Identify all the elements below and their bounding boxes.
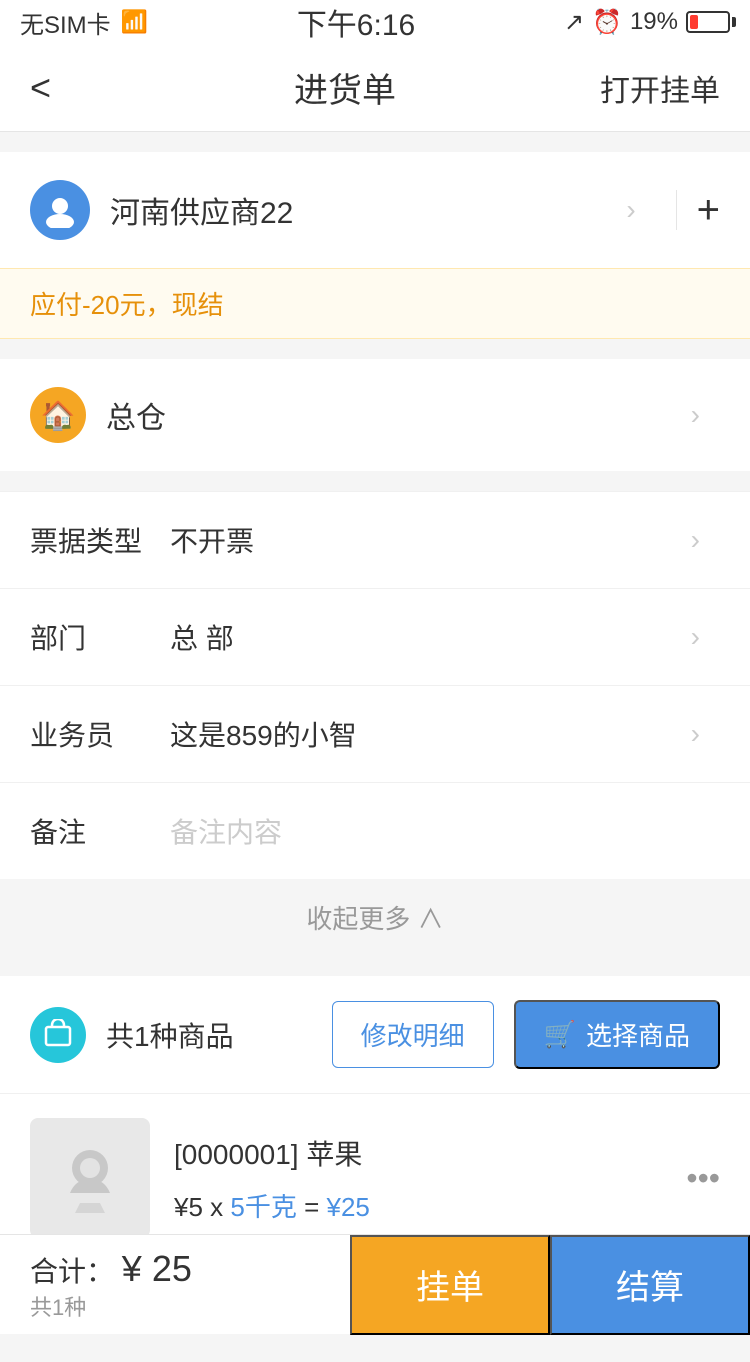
page-title: 进货单 <box>294 63 396 112</box>
salesman-row[interactable]: 业务员 这是859的小智 › <box>0 685 750 782</box>
products-section: 共1种商品 修改明细 🛒 选择商品 [0000001] 苹果 ¥5 x 5千克 … <box>0 976 750 1262</box>
products-header: 共1种商品 修改明细 🛒 选择商品 <box>0 976 750 1093</box>
back-button[interactable]: < <box>30 67 90 109</box>
total-amount: ¥ 25 <box>122 1248 192 1289</box>
status-right: ↗ ⏰ 19% <box>564 8 730 37</box>
product-name: [0000001] 苹果 <box>174 1133 662 1173</box>
hang-button[interactable]: 挂单 <box>350 1235 550 1335</box>
salesman-chevron-icon: › <box>691 718 700 750</box>
price-qty: 5千克 <box>230 1192 296 1222</box>
warehouse-icon: 🏠 <box>30 387 86 443</box>
salesman-label: 业务员 <box>30 714 170 754</box>
wifi-icon: 📶 <box>121 9 148 35</box>
price-base: ¥5 x <box>174 1192 230 1222</box>
cart-icon: 🛒 <box>544 1019 576 1050</box>
status-bar: 无SIM卡 📶 下午6:16 ↗ ⏰ 19% <box>0 0 750 44</box>
remark-placeholder[interactable]: 备注内容 <box>170 811 720 851</box>
warehouse-row[interactable]: 🏠 总仓 › <box>0 359 750 471</box>
gap-4 <box>0 956 750 976</box>
warehouse-section: 🏠 总仓 › <box>0 359 750 471</box>
product-thumbnail <box>30 1118 150 1238</box>
products-icon <box>30 1007 86 1063</box>
footer-total: 合计： ¥ 25 共1种 <box>0 1248 350 1322</box>
invoice-chevron-icon: › <box>691 524 700 556</box>
total-sub: 共1种 <box>30 1290 320 1322</box>
nav-bar: < 进货单 打开挂单 <box>0 44 750 132</box>
warehouse-name: 总仓 <box>106 393 691 437</box>
remark-label: 备注 <box>30 811 170 851</box>
product-price: ¥5 x 5千克 = ¥25 <box>174 1187 662 1224</box>
price-equals: = <box>297 1192 327 1222</box>
settle-button[interactable]: 结算 <box>550 1235 750 1335</box>
gap-3 <box>0 471 750 491</box>
add-supplier-button[interactable]: + <box>697 188 720 233</box>
warehouse-chevron-icon: › <box>691 399 700 431</box>
status-left: 无SIM卡 📶 <box>20 5 148 40</box>
invoice-row[interactable]: 票据类型 不开票 › <box>0 491 750 588</box>
supplier-name: 河南供应商22 <box>110 188 626 232</box>
product-code: [0000001] <box>174 1139 299 1170</box>
collapse-bar[interactable]: 收起更多 ∧ <box>0 879 750 956</box>
divider <box>676 190 677 230</box>
location-icon: ↗ <box>564 8 584 37</box>
department-value: 总 部 <box>170 617 691 657</box>
remark-row[interactable]: 备注 备注内容 <box>0 782 750 879</box>
form-section: 票据类型 不开票 › 部门 总 部 › 业务员 这是859的小智 › 备注 备注… <box>0 491 750 879</box>
invoice-label: 票据类型 <box>30 520 170 560</box>
salesman-value: 这是859的小智 <box>170 714 691 754</box>
products-count: 共1种商品 <box>106 1015 312 1055</box>
product-more-button[interactable]: ••• <box>686 1160 720 1197</box>
supplier-row[interactable]: 河南供应商22 › + <box>0 152 750 268</box>
department-chevron-icon: › <box>691 621 700 653</box>
gap-1 <box>0 132 750 152</box>
time-label: 下午6:16 <box>297 0 415 44</box>
supplier-avatar <box>30 180 90 240</box>
carrier-label: 无SIM卡 <box>20 5 111 40</box>
supplier-section: 河南供应商22 › + 应付-20元，现结 <box>0 152 750 339</box>
product-title: 苹果 <box>306 1139 362 1170</box>
alarm-icon: ⏰ <box>592 8 622 37</box>
invoice-value: 不开票 <box>170 520 691 560</box>
total-label: 合计： <box>30 1256 114 1287</box>
notice-bar: 应付-20元，现结 <box>0 268 750 339</box>
department-row[interactable]: 部门 总 部 › <box>0 588 750 685</box>
open-hang-button[interactable]: 打开挂单 <box>600 66 720 110</box>
gap-2 <box>0 339 750 359</box>
battery-label: 19% <box>630 8 678 36</box>
price-total: ¥25 <box>326 1192 369 1222</box>
battery-icon <box>686 11 730 33</box>
department-label: 部门 <box>30 617 170 657</box>
product-info: [0000001] 苹果 ¥5 x 5千克 = ¥25 <box>174 1133 662 1224</box>
chevron-right-icon: › <box>626 194 635 226</box>
footer: 合计： ¥ 25 共1种 挂单 结算 <box>0 1234 750 1334</box>
footer-total-line: 合计： ¥ 25 <box>30 1248 320 1290</box>
edit-detail-button[interactable]: 修改明细 <box>332 1001 494 1068</box>
select-product-button[interactable]: 🛒 选择商品 <box>514 1000 720 1069</box>
